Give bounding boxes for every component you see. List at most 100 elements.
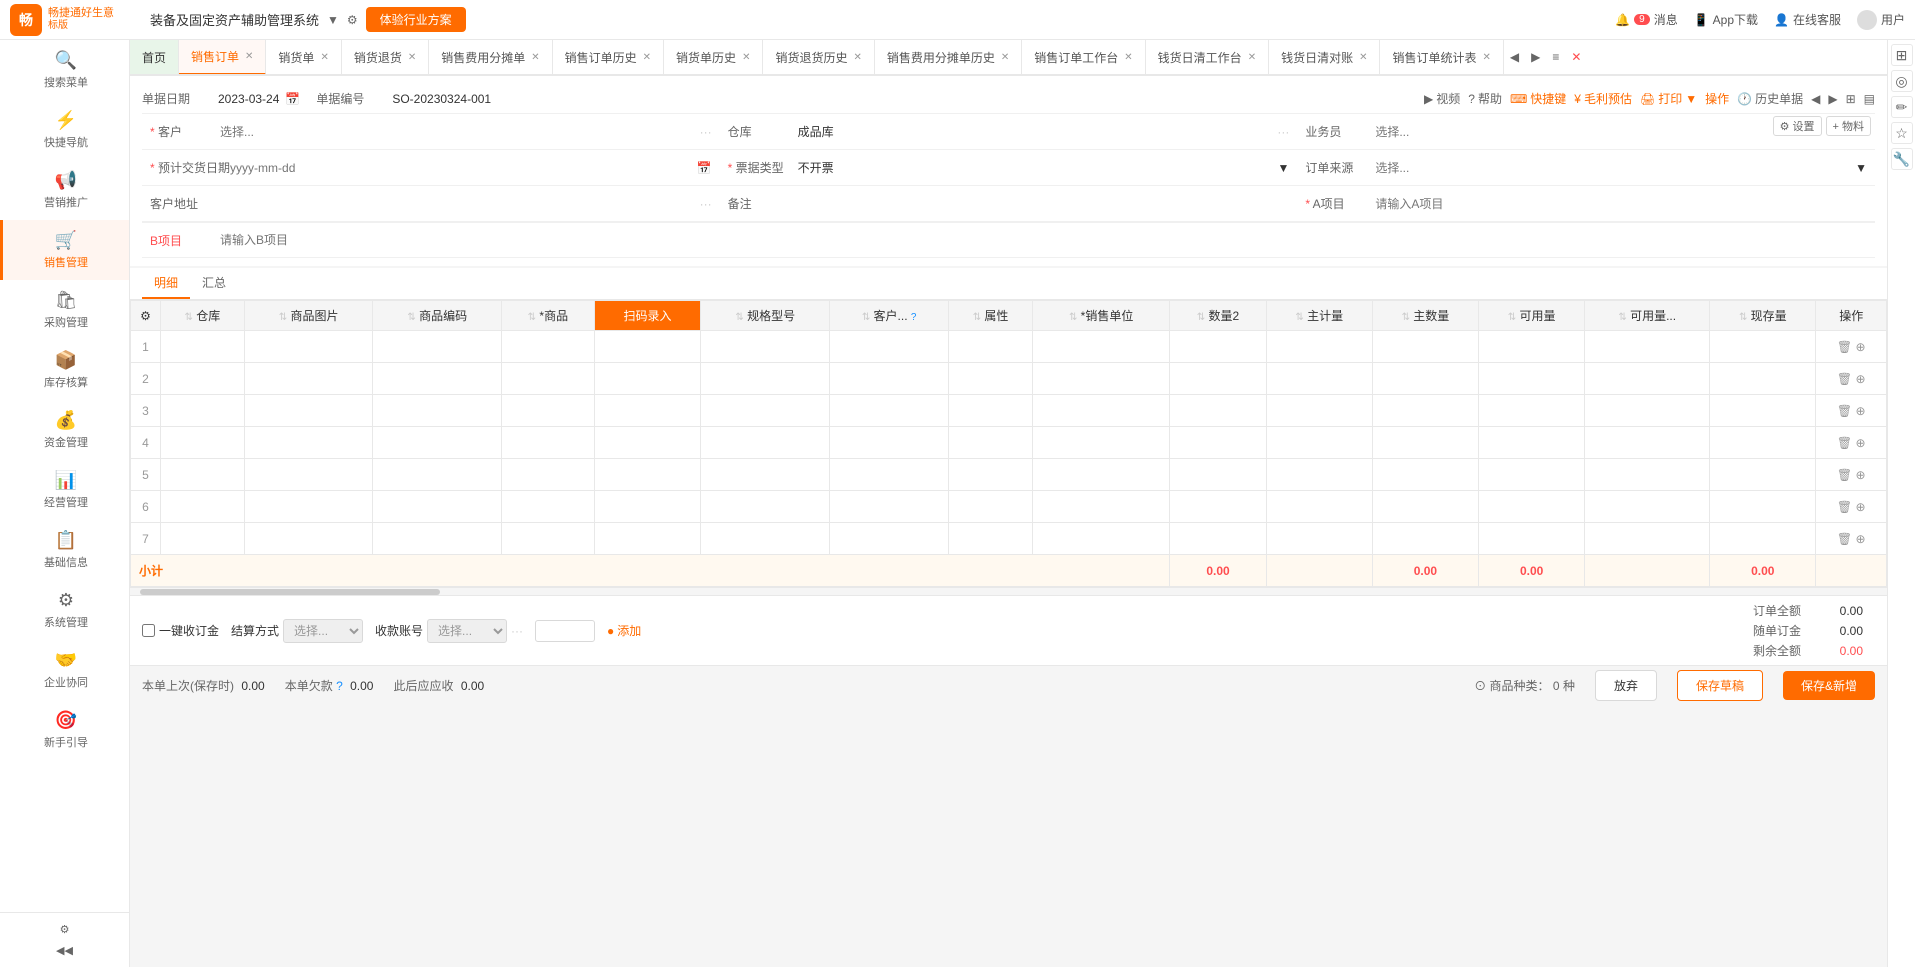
scroll-area[interactable] bbox=[130, 587, 1887, 595]
tab-close-icon[interactable]: ✕ bbox=[1001, 52, 1009, 63]
tab-menu-btn[interactable]: ≡ bbox=[1546, 40, 1565, 75]
sidebar-item-quick-nav[interactable]: ⚡ 快捷导航 bbox=[0, 100, 129, 160]
amount-input[interactable]: 0.00 bbox=[535, 620, 595, 642]
tab-expense-history[interactable]: 销售费用分摊单历史 ✕ bbox=[875, 40, 1022, 75]
save-draft-btn[interactable]: 保存草稿 bbox=[1677, 670, 1763, 701]
row-delete-icon[interactable]: 🗑 bbox=[1837, 500, 1852, 514]
row-copy-icon[interactable]: ⊕ bbox=[1855, 372, 1865, 386]
row-copy-icon[interactable]: ⊕ bbox=[1855, 500, 1865, 514]
tab-sales-bill[interactable]: 销货单 ✕ bbox=[266, 40, 341, 75]
tab-close-icon[interactable]: ✕ bbox=[1124, 52, 1132, 63]
customer-input[interactable] bbox=[220, 125, 700, 139]
tab-sales-summary[interactable]: 销售订单统计表 ✕ bbox=[1380, 40, 1503, 75]
tab-sales-workbench[interactable]: 销售订单工作台 ✕ bbox=[1022, 40, 1145, 75]
tab-next-btn[interactable]: ▶ bbox=[1525, 40, 1546, 75]
account-select[interactable]: 选择... bbox=[427, 619, 507, 643]
sidebar-collapse-btn[interactable]: ◀◀ bbox=[56, 944, 73, 957]
add-item-btn[interactable]: + 物料 bbox=[1826, 116, 1871, 136]
address-expand-icon[interactable]: ··· bbox=[700, 197, 712, 211]
row-copy-icon[interactable]: ⊕ bbox=[1855, 436, 1865, 450]
tab-close-icon[interactable]: ✕ bbox=[742, 52, 750, 63]
tab-close-icon[interactable]: ✕ bbox=[245, 51, 253, 62]
delivery-date-input[interactable] bbox=[230, 161, 697, 175]
row-delete-icon[interactable]: 🗑 bbox=[1837, 468, 1852, 482]
sidebar-item-inventory[interactable]: 📦 库存核算 bbox=[0, 340, 129, 400]
note-input[interactable] bbox=[798, 197, 1290, 211]
video-tool[interactable]: ▶ 视频 bbox=[1424, 90, 1460, 107]
tab-sales-bill-history[interactable]: 销货单历史 ✕ bbox=[664, 40, 763, 75]
system-dropdown-icon[interactable]: ▼ bbox=[327, 13, 339, 27]
tab-close-icon[interactable]: ✕ bbox=[1483, 52, 1491, 63]
sidebar-item-guide[interactable]: 🎯 新手引导 bbox=[0, 700, 129, 760]
sidebar-item-search[interactable]: 🔍 搜索菜单 bbox=[0, 40, 129, 100]
tab-home[interactable]: 首页 bbox=[130, 40, 179, 75]
nav-next-icon[interactable]: ▶ bbox=[1828, 92, 1837, 106]
row-copy-icon[interactable]: ⊕ bbox=[1855, 532, 1865, 546]
tab-daily-workbench[interactable]: 钱货日清工作台 ✕ bbox=[1146, 40, 1269, 75]
customer-expand-icon[interactable]: ··· bbox=[700, 125, 712, 139]
user-btn[interactable]: 用户 bbox=[1857, 10, 1905, 30]
app-download-btn[interactable]: 📱 App下载 bbox=[1694, 11, 1758, 28]
col-scan-btn[interactable]: 扫码录入 bbox=[594, 301, 701, 331]
info-icon[interactable]: ? bbox=[336, 679, 343, 693]
sidebar-item-purchase[interactable]: 🛍 采购管理 bbox=[0, 280, 129, 340]
table-settings-icon[interactable]: ⚙ bbox=[140, 309, 151, 323]
sidebar-item-marketing[interactable]: 📢 营销推广 bbox=[0, 160, 129, 220]
notification-btn[interactable]: 🔔 9 消息 bbox=[1615, 11, 1678, 28]
sidebar-item-sales[interactable]: 🛒 销售管理 bbox=[0, 220, 129, 280]
online-service-btn[interactable]: 👤 在线客服 bbox=[1774, 11, 1841, 28]
tab-return-history[interactable]: 销货退货历史 ✕ bbox=[763, 40, 874, 75]
industry-btn[interactable]: 体验行业方案 bbox=[366, 7, 466, 32]
sidebar-item-system[interactable]: ⚙ 系统管理 bbox=[0, 580, 129, 640]
order-source-dropdown-icon[interactable]: ▼ bbox=[1855, 161, 1867, 175]
row-delete-icon[interactable]: 🗑 bbox=[1837, 532, 1852, 546]
settings-btn[interactable]: ⚙ 设置 bbox=[1773, 116, 1822, 136]
help-tool[interactable]: ? 帮助 bbox=[1468, 90, 1502, 107]
right-panel-btn-3[interactable]: ✏ bbox=[1891, 96, 1913, 118]
profit-tool[interactable]: ¥ 毛利预估 bbox=[1574, 90, 1632, 107]
tab-close-icon[interactable]: ✕ bbox=[408, 52, 416, 63]
tab-sales-return[interactable]: 销货退货 ✕ bbox=[342, 40, 429, 75]
tab-close-icon[interactable]: ✕ bbox=[643, 52, 651, 63]
sidebar-settings-btn[interactable]: ⚙ bbox=[60, 923, 70, 936]
sidebar-item-basic-info[interactable]: 📋 基础信息 bbox=[0, 520, 129, 580]
a-project-input[interactable] bbox=[1375, 197, 1867, 211]
tab-sales-order[interactable]: 销售订单 ✕ bbox=[179, 40, 266, 75]
right-panel-btn-4[interactable]: ☆ bbox=[1891, 122, 1913, 144]
operate-tool[interactable]: 操作 bbox=[1705, 90, 1729, 107]
sub-tab-summary[interactable]: 汇总 bbox=[190, 268, 238, 299]
tab-prev-btn[interactable]: ◀ bbox=[1504, 40, 1525, 75]
row-copy-icon[interactable]: ⊕ bbox=[1855, 468, 1865, 482]
account-expand-icon[interactable]: ··· bbox=[511, 624, 523, 638]
tab-sales-expense[interactable]: 销售费用分摊单 ✕ bbox=[429, 40, 552, 75]
right-panel-btn-2[interactable]: ◎ bbox=[1891, 70, 1913, 92]
row-delete-icon[interactable]: 🗑 bbox=[1837, 340, 1852, 354]
sub-tab-detail[interactable]: 明细 bbox=[142, 268, 190, 299]
tab-close-all-btn[interactable]: ✕ bbox=[1565, 40, 1587, 75]
expand-icon[interactable]: ⊞ bbox=[1846, 92, 1856, 106]
one-click-checkbox[interactable] bbox=[142, 624, 155, 637]
add-btn[interactable]: ● 添加 bbox=[607, 622, 641, 639]
tab-close-icon[interactable]: ✕ bbox=[320, 52, 328, 63]
sidebar-item-cooperation[interactable]: 🤝 企业协同 bbox=[0, 640, 129, 700]
tab-close-icon[interactable]: ✕ bbox=[853, 52, 861, 63]
date-value[interactable]: 2023-03-24 bbox=[218, 92, 279, 106]
history-tool[interactable]: 🕐 历史单据 bbox=[1737, 90, 1803, 107]
order-source-input[interactable] bbox=[1375, 161, 1855, 175]
shortcut-tool[interactable]: ⌨ 快捷键 bbox=[1510, 90, 1566, 107]
col-settings[interactable]: ⚙ bbox=[131, 301, 161, 331]
save-new-btn[interactable]: 保存&新增 bbox=[1783, 671, 1875, 700]
collapse-view-icon[interactable]: ▤ bbox=[1864, 92, 1875, 106]
tab-close-icon[interactable]: ✕ bbox=[531, 52, 539, 63]
discard-btn[interactable]: 放弃 bbox=[1595, 670, 1657, 701]
payment-select[interactable]: 选择... bbox=[283, 619, 363, 643]
row-delete-icon[interactable]: 🗑 bbox=[1837, 372, 1852, 386]
right-panel-btn-1[interactable]: ⊞ bbox=[1891, 44, 1913, 66]
warehouse-expand-icon[interactable]: ··· bbox=[1277, 125, 1289, 139]
tab-close-icon[interactable]: ✕ bbox=[1248, 52, 1256, 63]
tab-close-icon[interactable]: ✕ bbox=[1359, 52, 1367, 63]
calendar2-icon[interactable]: 📅 bbox=[697, 161, 712, 175]
nav-prev-icon[interactable]: ◀ bbox=[1811, 92, 1820, 106]
row-copy-icon[interactable]: ⊕ bbox=[1855, 340, 1865, 354]
row-copy-icon[interactable]: ⊕ bbox=[1855, 404, 1865, 418]
